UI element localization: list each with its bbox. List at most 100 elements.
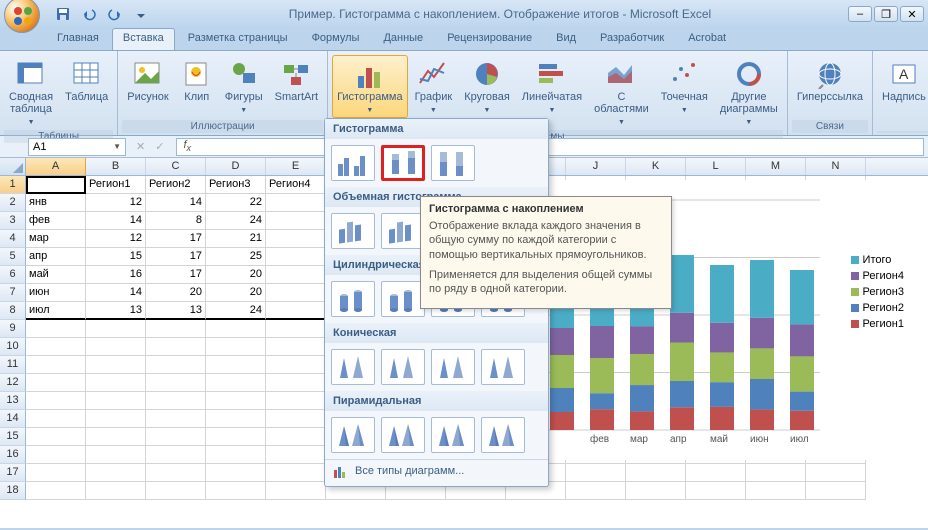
- histo-cone-1[interactable]: [381, 349, 425, 385]
- cell-E9[interactable]: [266, 320, 326, 338]
- cell-C15[interactable]: [146, 428, 206, 446]
- cell-B5[interactable]: 15: [86, 248, 146, 266]
- cell-E14[interactable]: [266, 410, 326, 428]
- cell-C7[interactable]: 20: [146, 284, 206, 302]
- cell-B17[interactable]: [86, 464, 146, 482]
- row-header-12[interactable]: 12: [0, 374, 26, 392]
- col-header-A[interactable]: A: [26, 158, 86, 175]
- ribbon-Линейчатая[interactable]: Линейчатая▼: [517, 55, 587, 118]
- col-header-K[interactable]: K: [626, 158, 686, 175]
- cell-B16[interactable]: [86, 446, 146, 464]
- cell-C2[interactable]: 14: [146, 194, 206, 212]
- ribbon-График[interactable]: График▼: [410, 55, 458, 118]
- cell-D18[interactable]: [206, 482, 266, 500]
- ribbon-Надпись[interactable]: AНадпись: [877, 55, 928, 106]
- row-header-10[interactable]: 10: [0, 338, 26, 356]
- close-button[interactable]: ✕: [900, 6, 924, 22]
- col-header-D[interactable]: D: [206, 158, 266, 175]
- histo-cone-3[interactable]: [481, 349, 525, 385]
- cell-A4[interactable]: мар: [26, 230, 86, 248]
- row-header-13[interactable]: 13: [0, 392, 26, 410]
- cell-D3[interactable]: 24: [206, 212, 266, 230]
- cell-A3[interactable]: фев: [26, 212, 86, 230]
- cell-E18[interactable]: [266, 482, 326, 500]
- cell-D14[interactable]: [206, 410, 266, 428]
- cell-D12[interactable]: [206, 374, 266, 392]
- histo-pyr-0[interactable]: [331, 417, 375, 453]
- cell-E7[interactable]: [266, 284, 326, 302]
- ribbon-Фигуры[interactable]: Фигуры▼: [220, 55, 268, 118]
- formula-bar[interactable]: fx: [176, 138, 924, 156]
- cell-A10[interactable]: [26, 338, 86, 356]
- histo-pyr-1[interactable]: [381, 417, 425, 453]
- tab-Рецензирование[interactable]: Рецензирование: [436, 28, 543, 50]
- row-header-6[interactable]: 6: [0, 266, 26, 284]
- cell-D7[interactable]: 20: [206, 284, 266, 302]
- ribbon-Таблица[interactable]: Таблица: [60, 55, 113, 106]
- cell-D11[interactable]: [206, 356, 266, 374]
- row-header-16[interactable]: 16: [0, 446, 26, 464]
- all-chart-types[interactable]: Все типы диаграмм...: [325, 459, 548, 482]
- cell-K18[interactable]: [626, 482, 686, 500]
- fx-icon[interactable]: fx: [177, 139, 197, 153]
- col-header-L[interactable]: L: [686, 158, 746, 175]
- ribbon-С-областями[interactable]: Собластями▼: [589, 55, 654, 130]
- tab-Разработчик[interactable]: Разработчик: [589, 28, 675, 50]
- cell-A1[interactable]: [26, 176, 86, 194]
- cell-B4[interactable]: 12: [86, 230, 146, 248]
- cell-A11[interactable]: [26, 356, 86, 374]
- cell-L18[interactable]: [686, 482, 746, 500]
- cell-J18[interactable]: [566, 482, 626, 500]
- col-header-J[interactable]: J: [566, 158, 626, 175]
- cell-E11[interactable]: [266, 356, 326, 374]
- cell-B1[interactable]: Регион1: [86, 176, 146, 194]
- cell-B6[interactable]: 16: [86, 266, 146, 284]
- histo-3d-0[interactable]: [331, 213, 375, 249]
- cell-D9[interactable]: [206, 320, 266, 338]
- cell-C11[interactable]: [146, 356, 206, 374]
- cell-E1[interactable]: Регион4: [266, 176, 326, 194]
- ribbon-Другие-диаграммы[interactable]: Другиедиаграммы▼: [715, 55, 783, 130]
- cell-B13[interactable]: [86, 392, 146, 410]
- cell-E4[interactable]: [266, 230, 326, 248]
- cell-B18[interactable]: [86, 482, 146, 500]
- cell-A18[interactable]: [26, 482, 86, 500]
- row-header-9[interactable]: 9: [0, 320, 26, 338]
- cell-E15[interactable]: [266, 428, 326, 446]
- cell-A12[interactable]: [26, 374, 86, 392]
- cell-E6[interactable]: [266, 266, 326, 284]
- cell-C4[interactable]: 17: [146, 230, 206, 248]
- cancel-icon[interactable]: ✕: [132, 140, 149, 153]
- cell-E5[interactable]: [266, 248, 326, 266]
- tab-Вид[interactable]: Вид: [545, 28, 587, 50]
- cell-A9[interactable]: [26, 320, 86, 338]
- histo-stacked[interactable]: [381, 145, 425, 181]
- histo-cyl-1[interactable]: [381, 281, 425, 317]
- tab-Разметка страницы[interactable]: Разметка страницы: [177, 28, 299, 50]
- row-header-18[interactable]: 18: [0, 482, 26, 500]
- ribbon-Гиперссылка[interactable]: Гиперссылка: [792, 55, 868, 106]
- cell-A14[interactable]: [26, 410, 86, 428]
- histo-cone-0[interactable]: [331, 349, 375, 385]
- row-header-3[interactable]: 3: [0, 212, 26, 230]
- cell-C10[interactable]: [146, 338, 206, 356]
- tab-Данные[interactable]: Данные: [372, 28, 434, 50]
- select-all[interactable]: [0, 158, 26, 175]
- cell-D4[interactable]: 21: [206, 230, 266, 248]
- cell-B8[interactable]: 13: [86, 302, 146, 320]
- row-header-4[interactable]: 4: [0, 230, 26, 248]
- cell-B10[interactable]: [86, 338, 146, 356]
- minimize-button[interactable]: –: [848, 6, 872, 22]
- ribbon-Гистограмма[interactable]: Гистограмма▼: [332, 55, 408, 118]
- histo-pyr-3[interactable]: [481, 417, 525, 453]
- histo-pyr-2[interactable]: [431, 417, 475, 453]
- cell-B3[interactable]: 14: [86, 212, 146, 230]
- histo-3d-1[interactable]: [381, 213, 425, 249]
- cell-D1[interactable]: Регион3: [206, 176, 266, 194]
- cell-A2[interactable]: янв: [26, 194, 86, 212]
- cell-B11[interactable]: [86, 356, 146, 374]
- cell-N17[interactable]: [806, 464, 866, 482]
- ribbon-Круговая[interactable]: Круговая▼: [459, 55, 515, 118]
- histo-clustered[interactable]: [331, 145, 375, 181]
- cell-B14[interactable]: [86, 410, 146, 428]
